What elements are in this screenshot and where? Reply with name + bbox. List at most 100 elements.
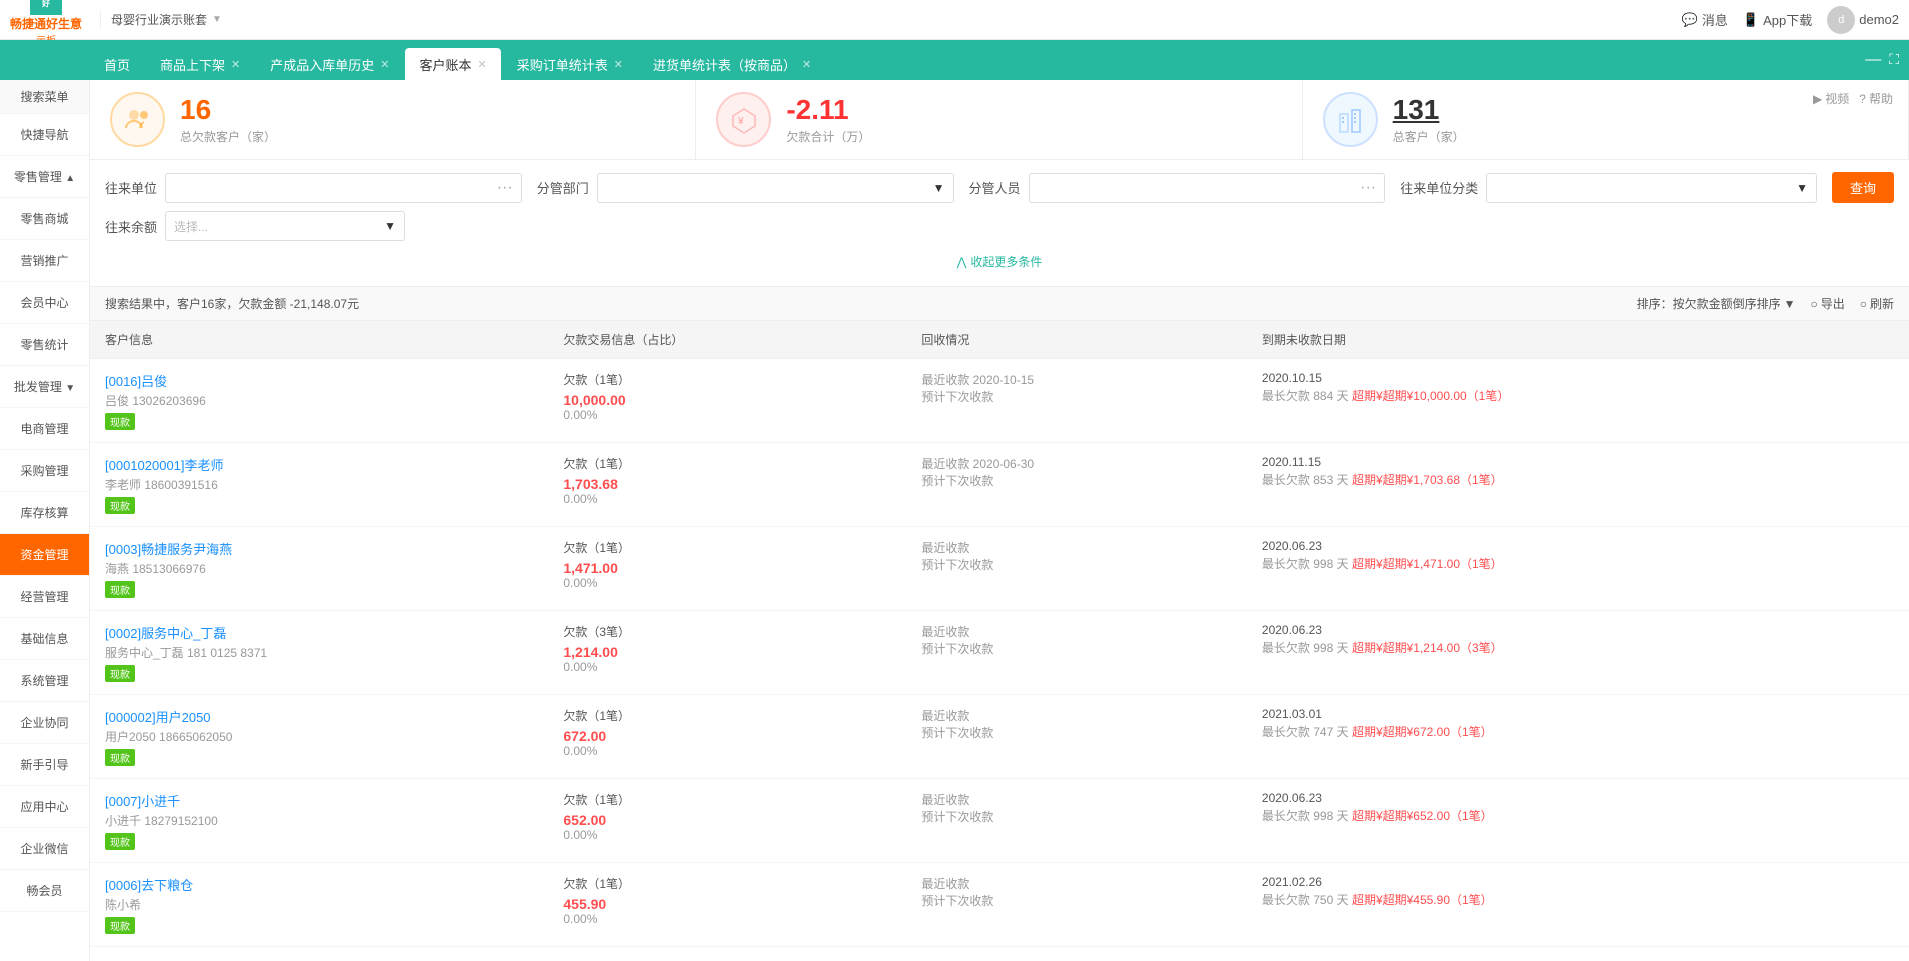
tab-bar: 首页 商品上下架 ✕ 产成品入库单历史 ✕ 客户账本 ✕ 采购订单统计表 ✕ 进… — [0, 40, 1909, 80]
overdue-days: 最长欠款 998 天 — [1262, 809, 1352, 823]
app-selector[interactable]: 母婴行业演示账套 ▼ — [100, 11, 1682, 28]
customer-phone: 用户2050 18665062050 — [105, 728, 533, 745]
table-row: [0001020001]李老师 李老师 18600391516 现款 欠款（1笔… — [90, 443, 1909, 527]
message-button[interactable]: 💬 消息 — [1682, 10, 1728, 29]
last-collection: 最近收款 2020-06-30 — [921, 455, 1232, 472]
debt-count: 欠款（1笔） — [563, 371, 891, 388]
selector-arrow-icon: ▼ — [212, 14, 222, 25]
app-download-button[interactable]: 📱 App下载 — [1743, 10, 1812, 29]
sidebar-item-search[interactable]: 搜索菜单 — [0, 80, 89, 114]
customer-name-link[interactable]: [0007]小进千 — [105, 791, 533, 810]
sidebar-item-enterprise[interactable]: 企业协同 — [0, 702, 89, 744]
export-button[interactable]: ○ 导出 — [1810, 295, 1844, 312]
customer-name-link[interactable]: [000002]用户2050 — [105, 707, 533, 726]
overdue-date: 2020.06.23 — [1262, 791, 1894, 805]
last-collection: 最近收款 — [921, 623, 1232, 640]
chevron-down-icon: ▼ — [1784, 297, 1796, 311]
result-bar: 搜索结果中，客户16家，欠款金额 -21,148.07元 排序：按欠款金额倒序排… — [90, 287, 1909, 321]
overdue-amount-link[interactable]: 超期¥超期¥455.90（1笔） — [1352, 893, 1493, 907]
last-collection: 最近收款 2020-10-15 — [921, 371, 1232, 388]
table-row: [0006]去下粮仓 陈小希 现款 欠款（1笔） 455.90 0.00% 最近… — [90, 863, 1909, 947]
tab-home[interactable]: 首页 — [90, 48, 144, 80]
customer-name-link[interactable]: [0001020001]李老师 — [105, 455, 533, 474]
customer-phone: 吕俊 13026203696 — [105, 392, 533, 409]
tab-import-stat[interactable]: 进货单统计表（按商品） ✕ — [639, 48, 825, 80]
sidebar-item-quick-nav[interactable]: 快捷导航 — [0, 114, 89, 156]
sidebar-item-ecommerce[interactable]: 电商管理 — [0, 408, 89, 450]
sidebar-item-member[interactable]: 会员中心 — [0, 282, 89, 324]
sidebar-item-finance[interactable]: 资金管理 — [0, 534, 89, 576]
sidebar-item-inventory[interactable]: 库存核算 — [0, 492, 89, 534]
customer-info-cell: [0016]吕俊 吕俊 13026203696 现款 — [90, 359, 548, 443]
debt-info-cell: 欠款（1笔） 10,000.00 0.00% — [548, 359, 906, 443]
debt-count: 欠款（1笔） — [563, 539, 891, 556]
customer-name-link[interactable]: [0003]畅捷服务尹海燕 — [105, 539, 533, 558]
logo-text: 畅捷通好生意 — [10, 15, 82, 32]
close-icon[interactable]: ✕ — [614, 58, 623, 71]
tab-product-off[interactable]: 商品上下架 ✕ — [146, 48, 254, 80]
balance-select[interactable]: 选择... ▼ — [165, 211, 405, 241]
sort-select[interactable]: 排序：按欠款金额倒序排序 ▼ — [1637, 295, 1796, 312]
tab-product-history[interactable]: 产成品入库单历史 ✕ — [256, 48, 403, 80]
customer-tag: 现款 — [105, 497, 135, 514]
close-icon[interactable]: ✕ — [231, 58, 240, 71]
tab-customer-account[interactable]: 客户账本 ✕ — [405, 48, 500, 80]
refresh-button[interactable]: ○ 刷新 — [1860, 295, 1894, 312]
amount-icon: ¥ — [716, 92, 771, 147]
from-unit-input[interactable]: ··· — [165, 173, 522, 203]
overdue-amount-link[interactable]: 超期¥超期¥10,000.00（1笔） — [1352, 389, 1509, 403]
next-collection: 预计下次收款 — [921, 472, 1232, 489]
overdue-amount-link[interactable]: 超期¥超期¥1,471.00（1笔） — [1352, 557, 1503, 571]
tab-purchase-stat[interactable]: 采购订单统计表 ✕ — [503, 48, 637, 80]
unit-category-select[interactable]: ▼ — [1486, 173, 1817, 203]
filter-row-2: 往来余额 选择... ▼ — [105, 211, 1894, 241]
close-icon[interactable]: ✕ — [802, 58, 811, 71]
debt-amount: 652.00 — [563, 812, 891, 828]
user-avatar[interactable]: d demo2 — [1827, 6, 1899, 34]
due-date-cell: 2020.06.23 最长欠款 998 天 超期¥超期¥652.00（1笔） — [1247, 779, 1909, 863]
svg-text:¥: ¥ — [737, 116, 744, 127]
due-date-cell: 2021.02.26 最长欠款 750 天 超期¥超期¥455.90（1笔） — [1247, 863, 1909, 947]
logo-icon: 好 — [42, 0, 50, 9]
manager-input[interactable]: ··· — [1029, 173, 1386, 203]
overdue-amount-link[interactable]: 超期¥超期¥652.00（1笔） — [1352, 809, 1493, 823]
close-icon[interactable]: ✕ — [478, 58, 487, 71]
overdue-amount-link[interactable]: 超期¥超期¥1,214.00（3笔） — [1352, 641, 1503, 655]
customer-name-link[interactable]: [0006]去下粮仓 — [105, 875, 533, 894]
next-collection: 预计下次收款 — [921, 892, 1232, 909]
overdue-amount-link[interactable]: 超期¥超期¥672.00（1笔） — [1352, 725, 1493, 739]
last-collection: 最近收款 — [921, 791, 1232, 808]
sidebar-item-member2[interactable]: 畅会员 — [0, 870, 89, 912]
department-select[interactable]: ▼ — [597, 173, 954, 203]
sidebar-item-retail-stat[interactable]: 零售统计 — [0, 324, 89, 366]
overdue-info: 最长欠款 884 天 超期¥超期¥10,000.00（1笔） — [1262, 387, 1894, 404]
refresh-icon: ○ — [1860, 297, 1867, 311]
sidebar-item-guide[interactable]: 新手引导 — [0, 744, 89, 786]
last-collection: 最近收款 — [921, 539, 1232, 556]
video-link[interactable]: ▶ 视频 — [1813, 90, 1849, 107]
sidebar-item-purchase-mgmt[interactable]: 采购管理 — [0, 450, 89, 492]
collection-cell: 最近收款 预计下次收款 — [906, 779, 1247, 863]
sidebar-item-wechat[interactable]: 企业微信 — [0, 828, 89, 870]
help-link[interactable]: ? 帮助 — [1859, 90, 1893, 107]
close-icon[interactable]: ✕ — [380, 58, 389, 71]
sidebar-item-app-center[interactable]: 应用中心 — [0, 786, 89, 828]
debt-count: 欠款（1笔） — [563, 791, 891, 808]
customer-info-cell: [000002]用户2050 用户2050 18665062050 现款 — [90, 695, 548, 779]
sidebar-item-marketing[interactable]: 营销推广 — [0, 240, 89, 282]
overdue-amount-link[interactable]: 超期¥超期¥1,703.68（1笔） — [1352, 473, 1503, 487]
minimize-icon[interactable]: — — [1865, 51, 1881, 69]
sidebar-item-retail-mall[interactable]: 零售商城 — [0, 198, 89, 240]
maximize-icon[interactable]: ⛶ — [1889, 51, 1899, 69]
customer-name-link[interactable]: [0002]服务中心_丁磊 — [105, 623, 533, 642]
sidebar-item-system[interactable]: 系统管理 — [0, 660, 89, 702]
sidebar-item-retail-mgmt[interactable]: 零售管理 ▲ — [0, 156, 89, 198]
collapse-button[interactable]: ⋀ 收起更多条件 — [105, 249, 1894, 274]
sidebar-item-basic-info[interactable]: 基础信息 — [0, 618, 89, 660]
sidebar-item-wholesale-mgmt[interactable]: 批发管理 ▼ — [0, 366, 89, 408]
collection-cell: 最近收款 预计下次收款 — [906, 611, 1247, 695]
sidebar-item-biz-mgmt[interactable]: 经营管理 — [0, 576, 89, 618]
query-button[interactable]: 查询 — [1832, 172, 1894, 203]
customer-name-link[interactable]: [0016]吕俊 — [105, 371, 533, 390]
customer-tag: 现款 — [105, 413, 135, 430]
